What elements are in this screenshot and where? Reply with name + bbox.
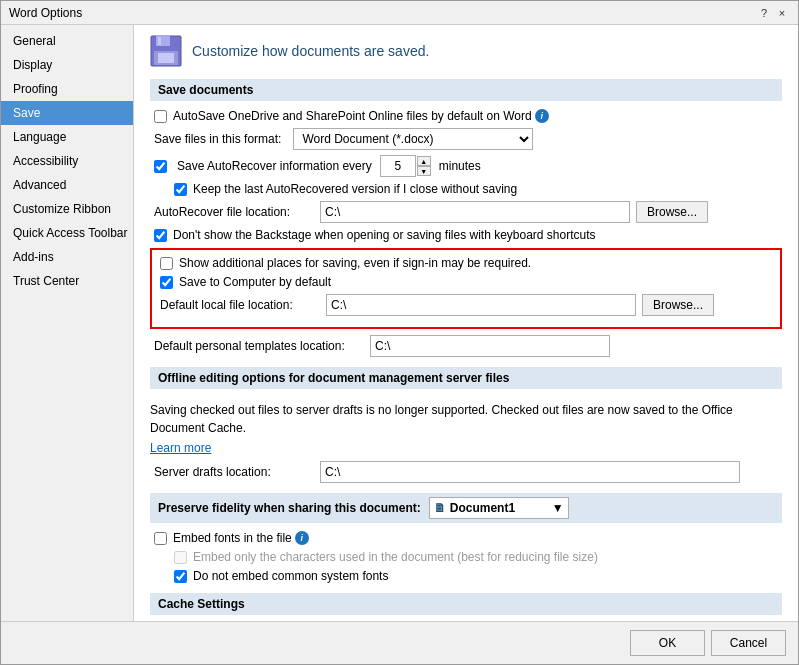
save-floppy-icon [150, 35, 182, 67]
embed-fonts-checkbox[interactable] [154, 532, 167, 545]
backstage-label: Don't show the Backstage when opening or… [173, 228, 596, 242]
additional-places-row: Show additional places for saving, even … [160, 256, 772, 270]
no-embed-system-row: Do not embed common system fonts [150, 569, 782, 583]
autosave-checkbox[interactable] [154, 110, 167, 123]
default-local-label: Default local file location: [160, 298, 320, 312]
embed-chars-row: Embed only the characters used in the do… [150, 550, 782, 564]
doc-icon: 🗎 [434, 501, 446, 515]
autorecover-label: Save AutoRecover information every [177, 159, 372, 173]
close-button[interactable]: × [774, 5, 790, 21]
sidebar-item-quick-access[interactable]: Quick Access Toolbar [1, 221, 133, 245]
save-computer-label: Save to Computer by default [179, 275, 331, 289]
embed-fonts-label: Embed fonts in the file [173, 531, 292, 545]
sidebar-item-general[interactable]: General [1, 29, 133, 53]
title-controls: ? × [756, 5, 790, 21]
autorecover-spinner: ▲ ▼ [380, 155, 431, 177]
embed-fonts-info-icon[interactable]: i [295, 531, 309, 545]
server-drafts-label: Server drafts location: [154, 465, 314, 479]
autorecover-location-input[interactable] [320, 201, 630, 223]
sidebar: General Display Proofing Save Language A… [1, 25, 134, 621]
save-computer-checkbox[interactable] [160, 276, 173, 289]
panel-header: Customize how documents are saved. [150, 35, 782, 67]
sidebar-item-customize-ribbon[interactable]: Customize Ribbon [1, 197, 133, 221]
default-local-row: Default local file location: Browse... [160, 294, 772, 316]
sidebar-item-display[interactable]: Display [1, 53, 133, 77]
format-label: Save files in this format: [154, 132, 281, 146]
autorecover-input[interactable] [380, 155, 416, 177]
autorecover-spinner-buttons: ▲ ▼ [417, 156, 431, 176]
server-drafts-input[interactable] [320, 461, 740, 483]
save-computer-row: Save to Computer by default [160, 275, 772, 289]
spinner-up[interactable]: ▲ [417, 156, 431, 166]
autorecover-browse-button[interactable]: Browse... [636, 201, 708, 223]
dialog-footer: OK Cancel [1, 621, 798, 664]
offline-editing-header: Offline editing options for document man… [150, 367, 782, 389]
autorecover-row: Save AutoRecover information every ▲ ▼ m… [150, 155, 782, 177]
help-button[interactable]: ? [756, 5, 772, 21]
default-local-input[interactable] [326, 294, 636, 316]
embed-chars-checkbox [174, 551, 187, 564]
word-options-dialog: Word Options ? × General Display Proofin… [0, 0, 799, 665]
autosave-row: AutoSave OneDrive and SharePoint Online … [150, 109, 782, 123]
preserve-fidelity-header: Preserve fidelity when sharing this docu… [150, 493, 782, 523]
offline-editing-description: Saving checked out files to server draft… [150, 397, 782, 441]
sidebar-item-accessibility[interactable]: Accessibility [1, 149, 133, 173]
document-label: Document1 [450, 501, 515, 515]
format-row: Save files in this format: Word Document… [150, 128, 782, 150]
autosave-label: AutoSave OneDrive and SharePoint Online … [173, 109, 532, 123]
default-local-browse-button[interactable]: Browse... [642, 294, 714, 316]
keep-version-checkbox[interactable] [174, 183, 187, 196]
title-bar: Word Options ? × [1, 1, 798, 25]
personal-templates-input[interactable] [370, 335, 610, 357]
autorecover-location-label: AutoRecover file location: [154, 205, 314, 219]
additional-places-label: Show additional places for saving, even … [179, 256, 531, 270]
autorecover-suffix: minutes [439, 159, 481, 173]
document-select[interactable]: 🗎 Document1 ▼ [429, 497, 569, 519]
backstage-checkbox[interactable] [154, 229, 167, 242]
cache-settings-header: Cache Settings [150, 593, 782, 615]
cache-settings-section: Cache Settings Delete files from the Off… [150, 593, 782, 621]
save-documents-header: Save documents [150, 79, 782, 101]
sidebar-item-add-ins[interactable]: Add-ins [1, 245, 133, 269]
main-panel: Customize how documents are saved. Save … [134, 25, 798, 621]
autosave-info-icon[interactable]: i [535, 109, 549, 123]
server-drafts-row: Server drafts location: [150, 461, 782, 483]
format-select[interactable]: Word Document (*.docx) [293, 128, 533, 150]
offline-editing-section: Offline editing options for document man… [150, 367, 782, 483]
svg-rect-4 [158, 53, 174, 63]
no-embed-system-label: Do not embed common system fonts [193, 569, 388, 583]
sidebar-item-advanced[interactable]: Advanced [1, 173, 133, 197]
autorecover-checkbox[interactable] [154, 160, 167, 173]
highlight-box: Show additional places for saving, even … [150, 248, 782, 329]
dialog-title: Word Options [9, 6, 82, 20]
autorecover-location-row: AutoRecover file location: Browse... [150, 201, 782, 223]
spinner-down[interactable]: ▼ [417, 166, 431, 176]
embed-fonts-row: Embed fonts in the file i [150, 531, 782, 545]
svg-rect-2 [158, 37, 161, 45]
doc-dropdown-icon: ▼ [552, 501, 564, 515]
preserve-fidelity-section: Preserve fidelity when sharing this docu… [150, 493, 782, 583]
panel-header-text: Customize how documents are saved. [192, 43, 429, 59]
additional-places-checkbox[interactable] [160, 257, 173, 270]
cancel-button[interactable]: Cancel [711, 630, 786, 656]
sidebar-item-trust-center[interactable]: Trust Center [1, 269, 133, 293]
no-embed-system-checkbox[interactable] [174, 570, 187, 583]
sidebar-item-language[interactable]: Language [1, 125, 133, 149]
keep-version-row: Keep the last AutoRecovered version if I… [150, 182, 782, 196]
backstage-row: Don't show the Backstage when opening or… [150, 228, 782, 242]
sidebar-item-save[interactable]: Save [1, 101, 133, 125]
embed-chars-label: Embed only the characters used in the do… [193, 550, 598, 564]
personal-templates-label: Default personal templates location: [154, 339, 364, 353]
save-documents-section: Save documents AutoSave OneDrive and Sha… [150, 79, 782, 357]
learn-more-link[interactable]: Learn more [150, 441, 782, 455]
content-area: General Display Proofing Save Language A… [1, 25, 798, 621]
personal-templates-row: Default personal templates location: [150, 335, 782, 357]
sidebar-item-proofing[interactable]: Proofing [1, 77, 133, 101]
ok-button[interactable]: OK [630, 630, 705, 656]
keep-version-label: Keep the last AutoRecovered version if I… [193, 182, 517, 196]
